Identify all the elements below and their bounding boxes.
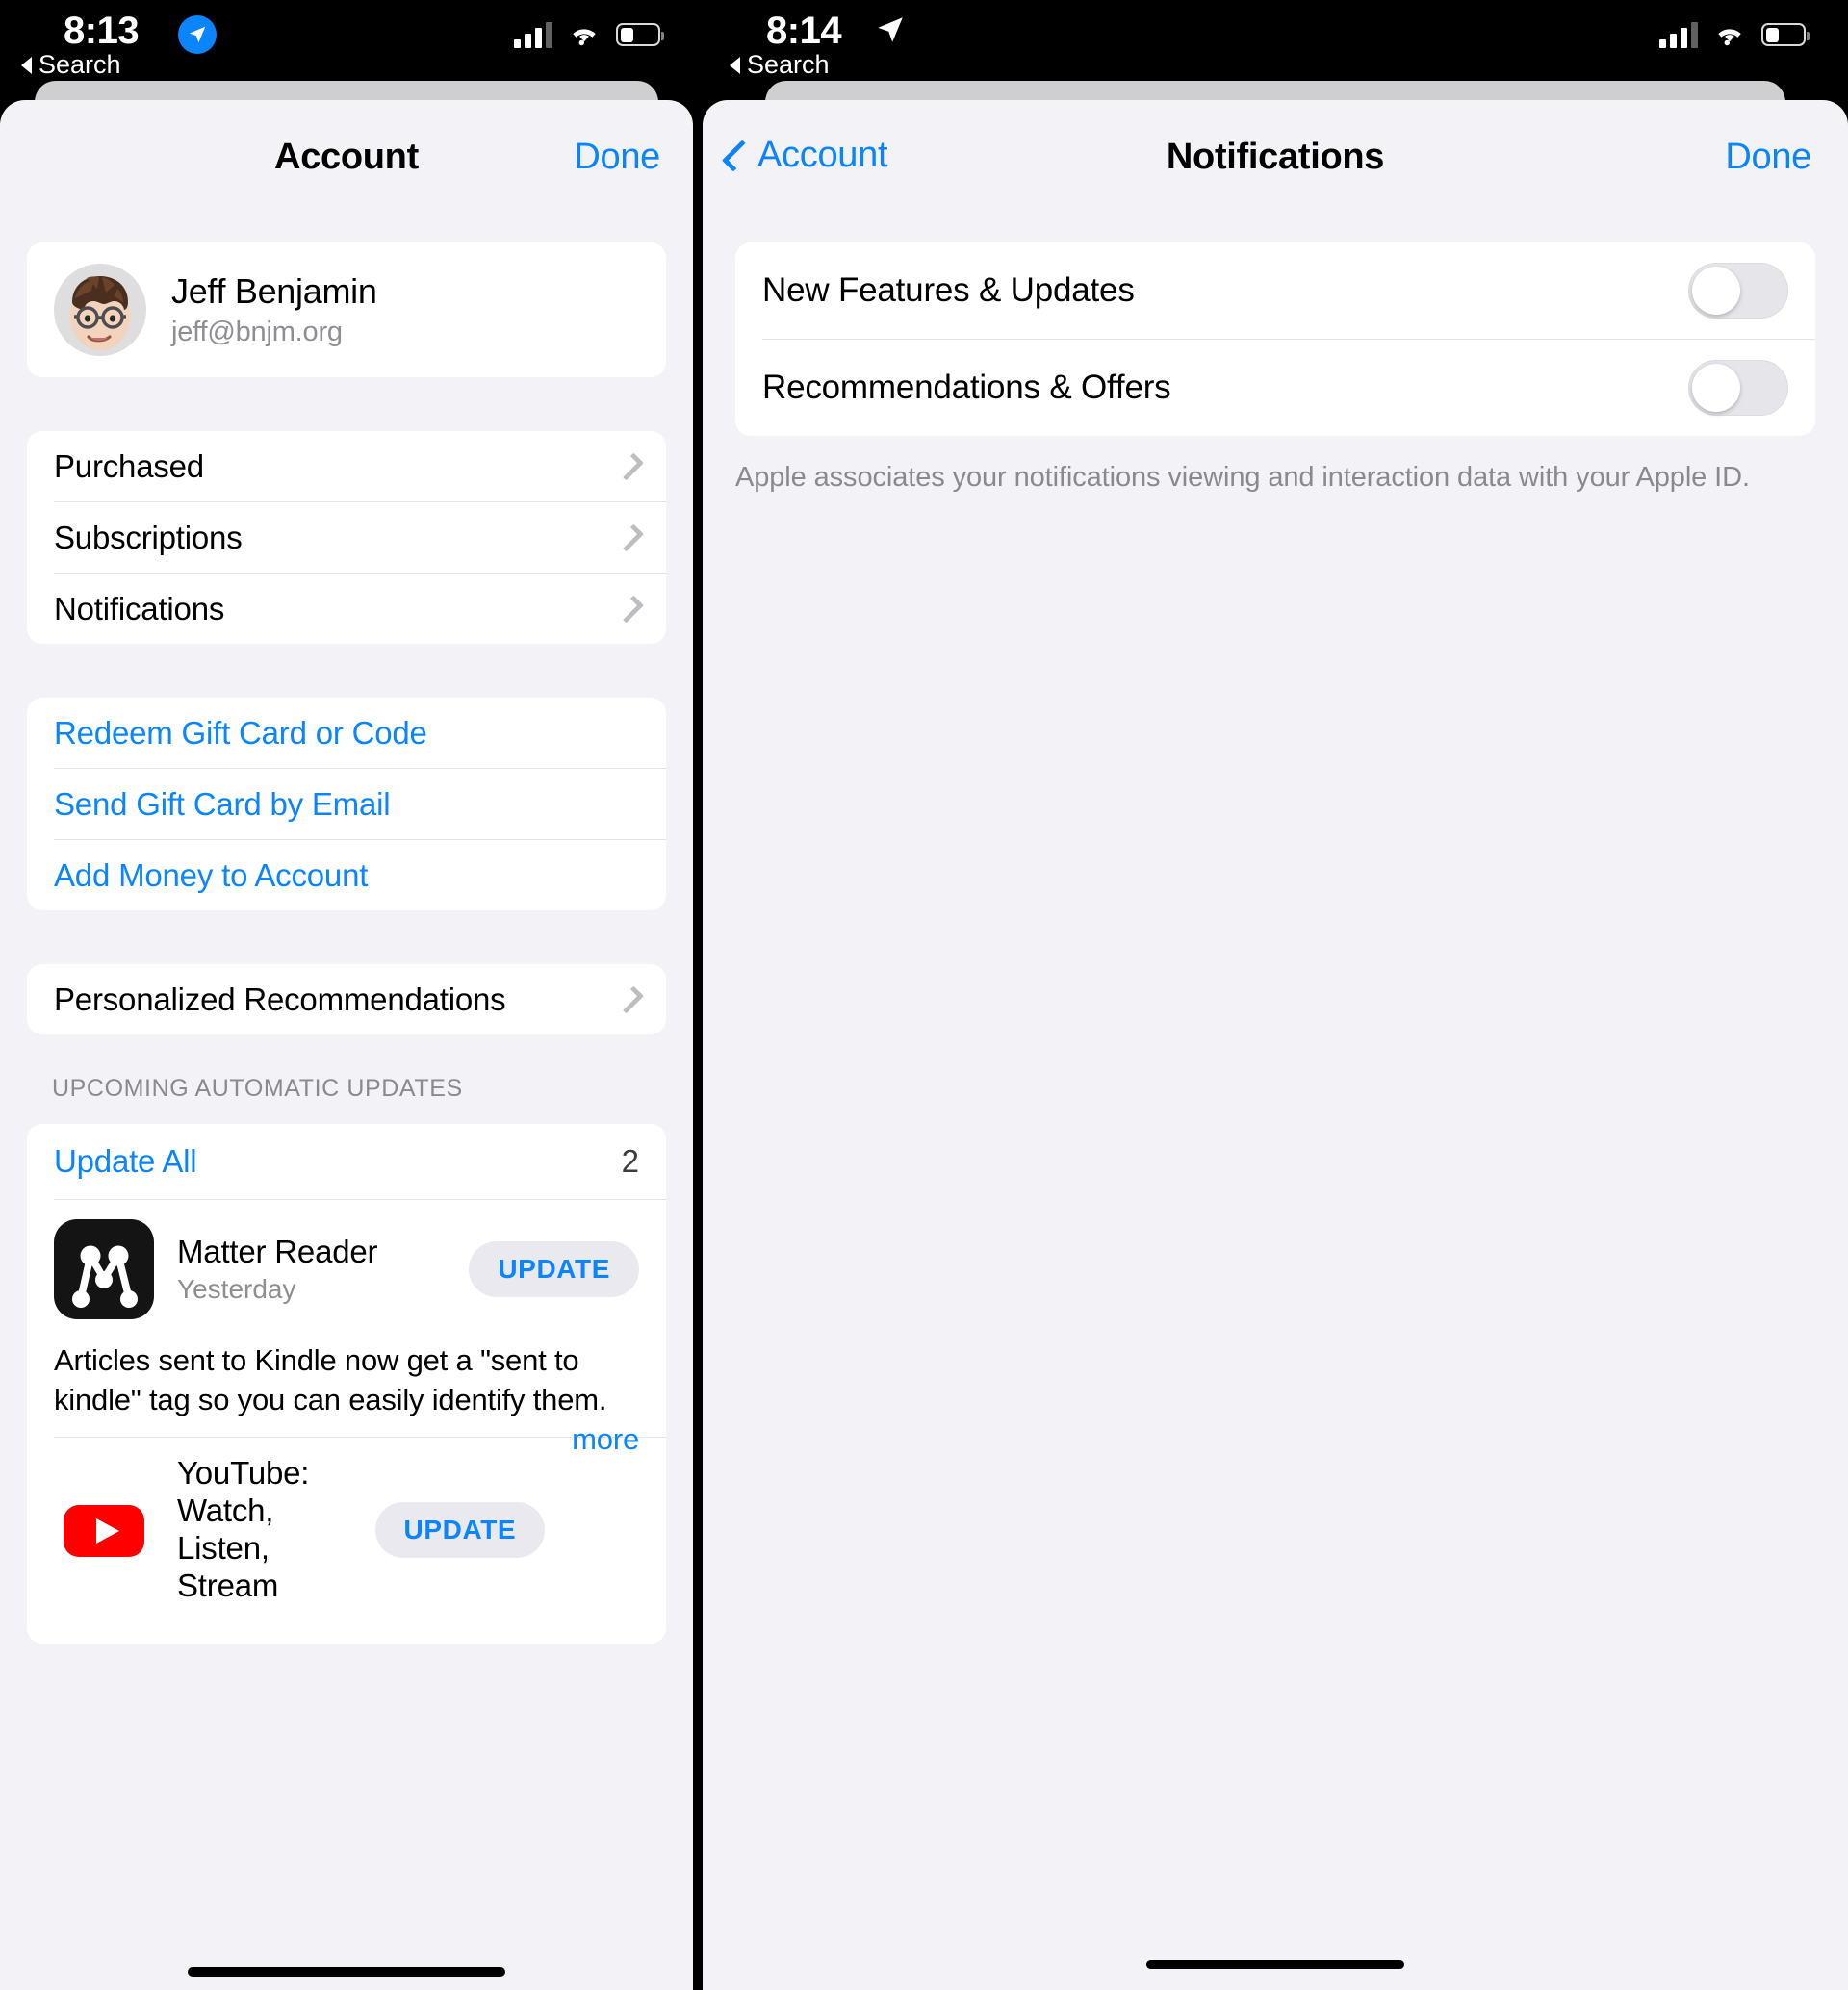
release-notes-text: Articles sent to Kindle now get a "sent … xyxy=(54,1343,607,1417)
toggle-row-recommendations[interactable]: Recommendations & Offers xyxy=(735,340,1815,436)
back-to-search-chip[interactable]: Search xyxy=(21,50,121,80)
done-button[interactable]: Done xyxy=(574,137,660,178)
screen-divider xyxy=(693,0,703,1990)
chevron-right-icon xyxy=(616,595,644,623)
back-chip-label: Search xyxy=(747,50,830,79)
account-menu-card: Purchased Subscriptions Notifications xyxy=(27,431,666,644)
location-arrow-icon xyxy=(178,15,217,54)
notification-toggles-card: New Features & Updates Recommendations &… xyxy=(735,242,1815,436)
toggle-knob xyxy=(1692,364,1740,412)
status-time: 8:13 xyxy=(64,10,140,52)
cellular-bars-icon xyxy=(1659,21,1698,48)
row-label: New Features & Updates xyxy=(762,271,1135,309)
upcoming-updates-card: Update All 2 Matter Reader Yesterday UPD… xyxy=(27,1124,666,1645)
wifi-icon xyxy=(1718,29,1741,46)
app-release-date: Yesterday xyxy=(177,1274,296,1305)
sidebar-item-purchased[interactable]: Purchased xyxy=(27,431,666,501)
profile-row[interactable]: Jeff Benjamin jeff@bnjm.org xyxy=(27,242,666,377)
row-label: Personalized Recommendations xyxy=(54,981,506,1017)
row-label: Redeem Gift Card or Code xyxy=(54,714,427,751)
profile-card[interactable]: Jeff Benjamin jeff@bnjm.org xyxy=(27,242,666,377)
home-indicator xyxy=(1146,1960,1404,1969)
matter-app-icon xyxy=(54,1219,154,1319)
row-label: Send Gift Card by Email xyxy=(54,785,391,822)
account-sheet: Account Done Jeff Benjamin jeff@bnjm.org… xyxy=(0,100,693,1990)
update-button[interactable]: UPDATE xyxy=(374,1502,546,1559)
app-meta: Matter Reader Yesterday xyxy=(177,1234,446,1306)
left-phone-screen: 8:13 Search Account Done Jeff Benjamin j… xyxy=(0,0,693,1990)
update-all-row[interactable]: Update All 2 xyxy=(27,1124,666,1199)
recommendations-card: Personalized Recommendations xyxy=(27,964,666,1034)
chevron-right-icon xyxy=(616,452,644,480)
update-button[interactable]: UPDATE xyxy=(469,1241,639,1297)
chevron-right-icon xyxy=(616,523,644,551)
profile-name: Jeff Benjamin xyxy=(171,271,377,311)
cellular-bars-icon xyxy=(514,21,552,48)
notifications-sheet: Account Notifications Done New Features … xyxy=(703,100,1848,1990)
redeem-gift-card-button[interactable]: Redeem Gift Card or Code xyxy=(27,698,666,768)
app-name: YouTube: Watch, Listen, Stream xyxy=(177,1455,310,1604)
nav-bar: Account Done xyxy=(0,100,693,214)
row-label: Add Money to Account xyxy=(54,856,369,893)
updates-section-header: UPCOMING AUTOMATIC UPDATES xyxy=(52,1075,463,1102)
app-row[interactable]: Matter Reader Yesterday UPDATE xyxy=(27,1200,666,1319)
wifi-icon xyxy=(573,29,596,46)
status-time: 8:14 xyxy=(766,10,842,52)
done-button[interactable]: Done xyxy=(1725,137,1811,178)
dual-screenshot: 8:13 Search Account Done Jeff Benjamin j… xyxy=(0,0,1848,1990)
send-gift-card-button[interactable]: Send Gift Card by Email xyxy=(27,769,666,839)
row-label: Notifications xyxy=(54,590,225,626)
row-label: Purchased xyxy=(54,447,204,484)
battery-icon xyxy=(616,23,664,46)
toggle-row-new-features[interactable]: New Features & Updates xyxy=(735,242,1815,339)
update-all-label: Update All xyxy=(54,1143,197,1179)
notifications-content: New Features & Updates Recommendations &… xyxy=(703,214,1848,1990)
toggle-switch[interactable] xyxy=(1688,263,1788,319)
status-bar: 8:13 Search xyxy=(0,0,693,85)
memoji-avatar xyxy=(54,264,146,356)
app-name: Matter Reader xyxy=(177,1233,378,1269)
page-title: Notifications xyxy=(1166,137,1385,177)
app-row[interactable]: YouTube: Watch, Listen, Stream UPDATE xyxy=(27,1438,572,1605)
personalized-recommendations-item[interactable]: Personalized Recommendations xyxy=(27,964,666,1034)
back-triangle-icon xyxy=(730,56,740,74)
toggle-switch[interactable] xyxy=(1688,360,1788,416)
gift-card-menu: Redeem Gift Card or Code Send Gift Card … xyxy=(27,698,666,910)
home-indicator xyxy=(188,1967,505,1977)
youtube-app-icon xyxy=(54,1480,154,1581)
add-money-button[interactable]: Add Money to Account xyxy=(27,840,666,910)
chevron-right-icon xyxy=(616,985,644,1013)
row-label: Recommendations & Offers xyxy=(762,369,1171,406)
back-chip-label: Search xyxy=(38,50,121,79)
back-triangle-icon xyxy=(21,56,32,74)
app-meta: YouTube: Watch, Listen, Stream xyxy=(177,1455,352,1605)
location-arrow-icon xyxy=(874,13,907,46)
sidebar-item-notifications[interactable]: Notifications xyxy=(27,574,666,644)
app-release-notes: Articles sent to Kindle now get a "sent … xyxy=(27,1319,666,1456)
profile-text: Jeff Benjamin jeff@bnjm.org xyxy=(171,271,377,348)
toggle-knob xyxy=(1692,267,1740,315)
profile-email: jeff@bnjm.org xyxy=(171,317,343,347)
account-scroll-content[interactable]: Jeff Benjamin jeff@bnjm.org Purchased Su… xyxy=(0,214,693,1990)
right-phone-screen: 8:14 Search Account Notifications Done N… xyxy=(703,0,1848,1990)
sidebar-item-subscriptions[interactable]: Subscriptions xyxy=(27,502,666,573)
notifications-footnote: Apple associates your notifications view… xyxy=(735,462,1750,493)
status-bar: 8:14 Search xyxy=(703,0,1848,85)
update-count-badge: 2 xyxy=(621,1143,639,1179)
row-label: Subscriptions xyxy=(54,519,243,555)
back-to-search-chip[interactable]: Search xyxy=(730,50,830,80)
nav-bar: Account Notifications Done xyxy=(703,100,1848,214)
more-link[interactable]: more xyxy=(572,1419,639,1459)
battery-icon xyxy=(1761,23,1810,46)
